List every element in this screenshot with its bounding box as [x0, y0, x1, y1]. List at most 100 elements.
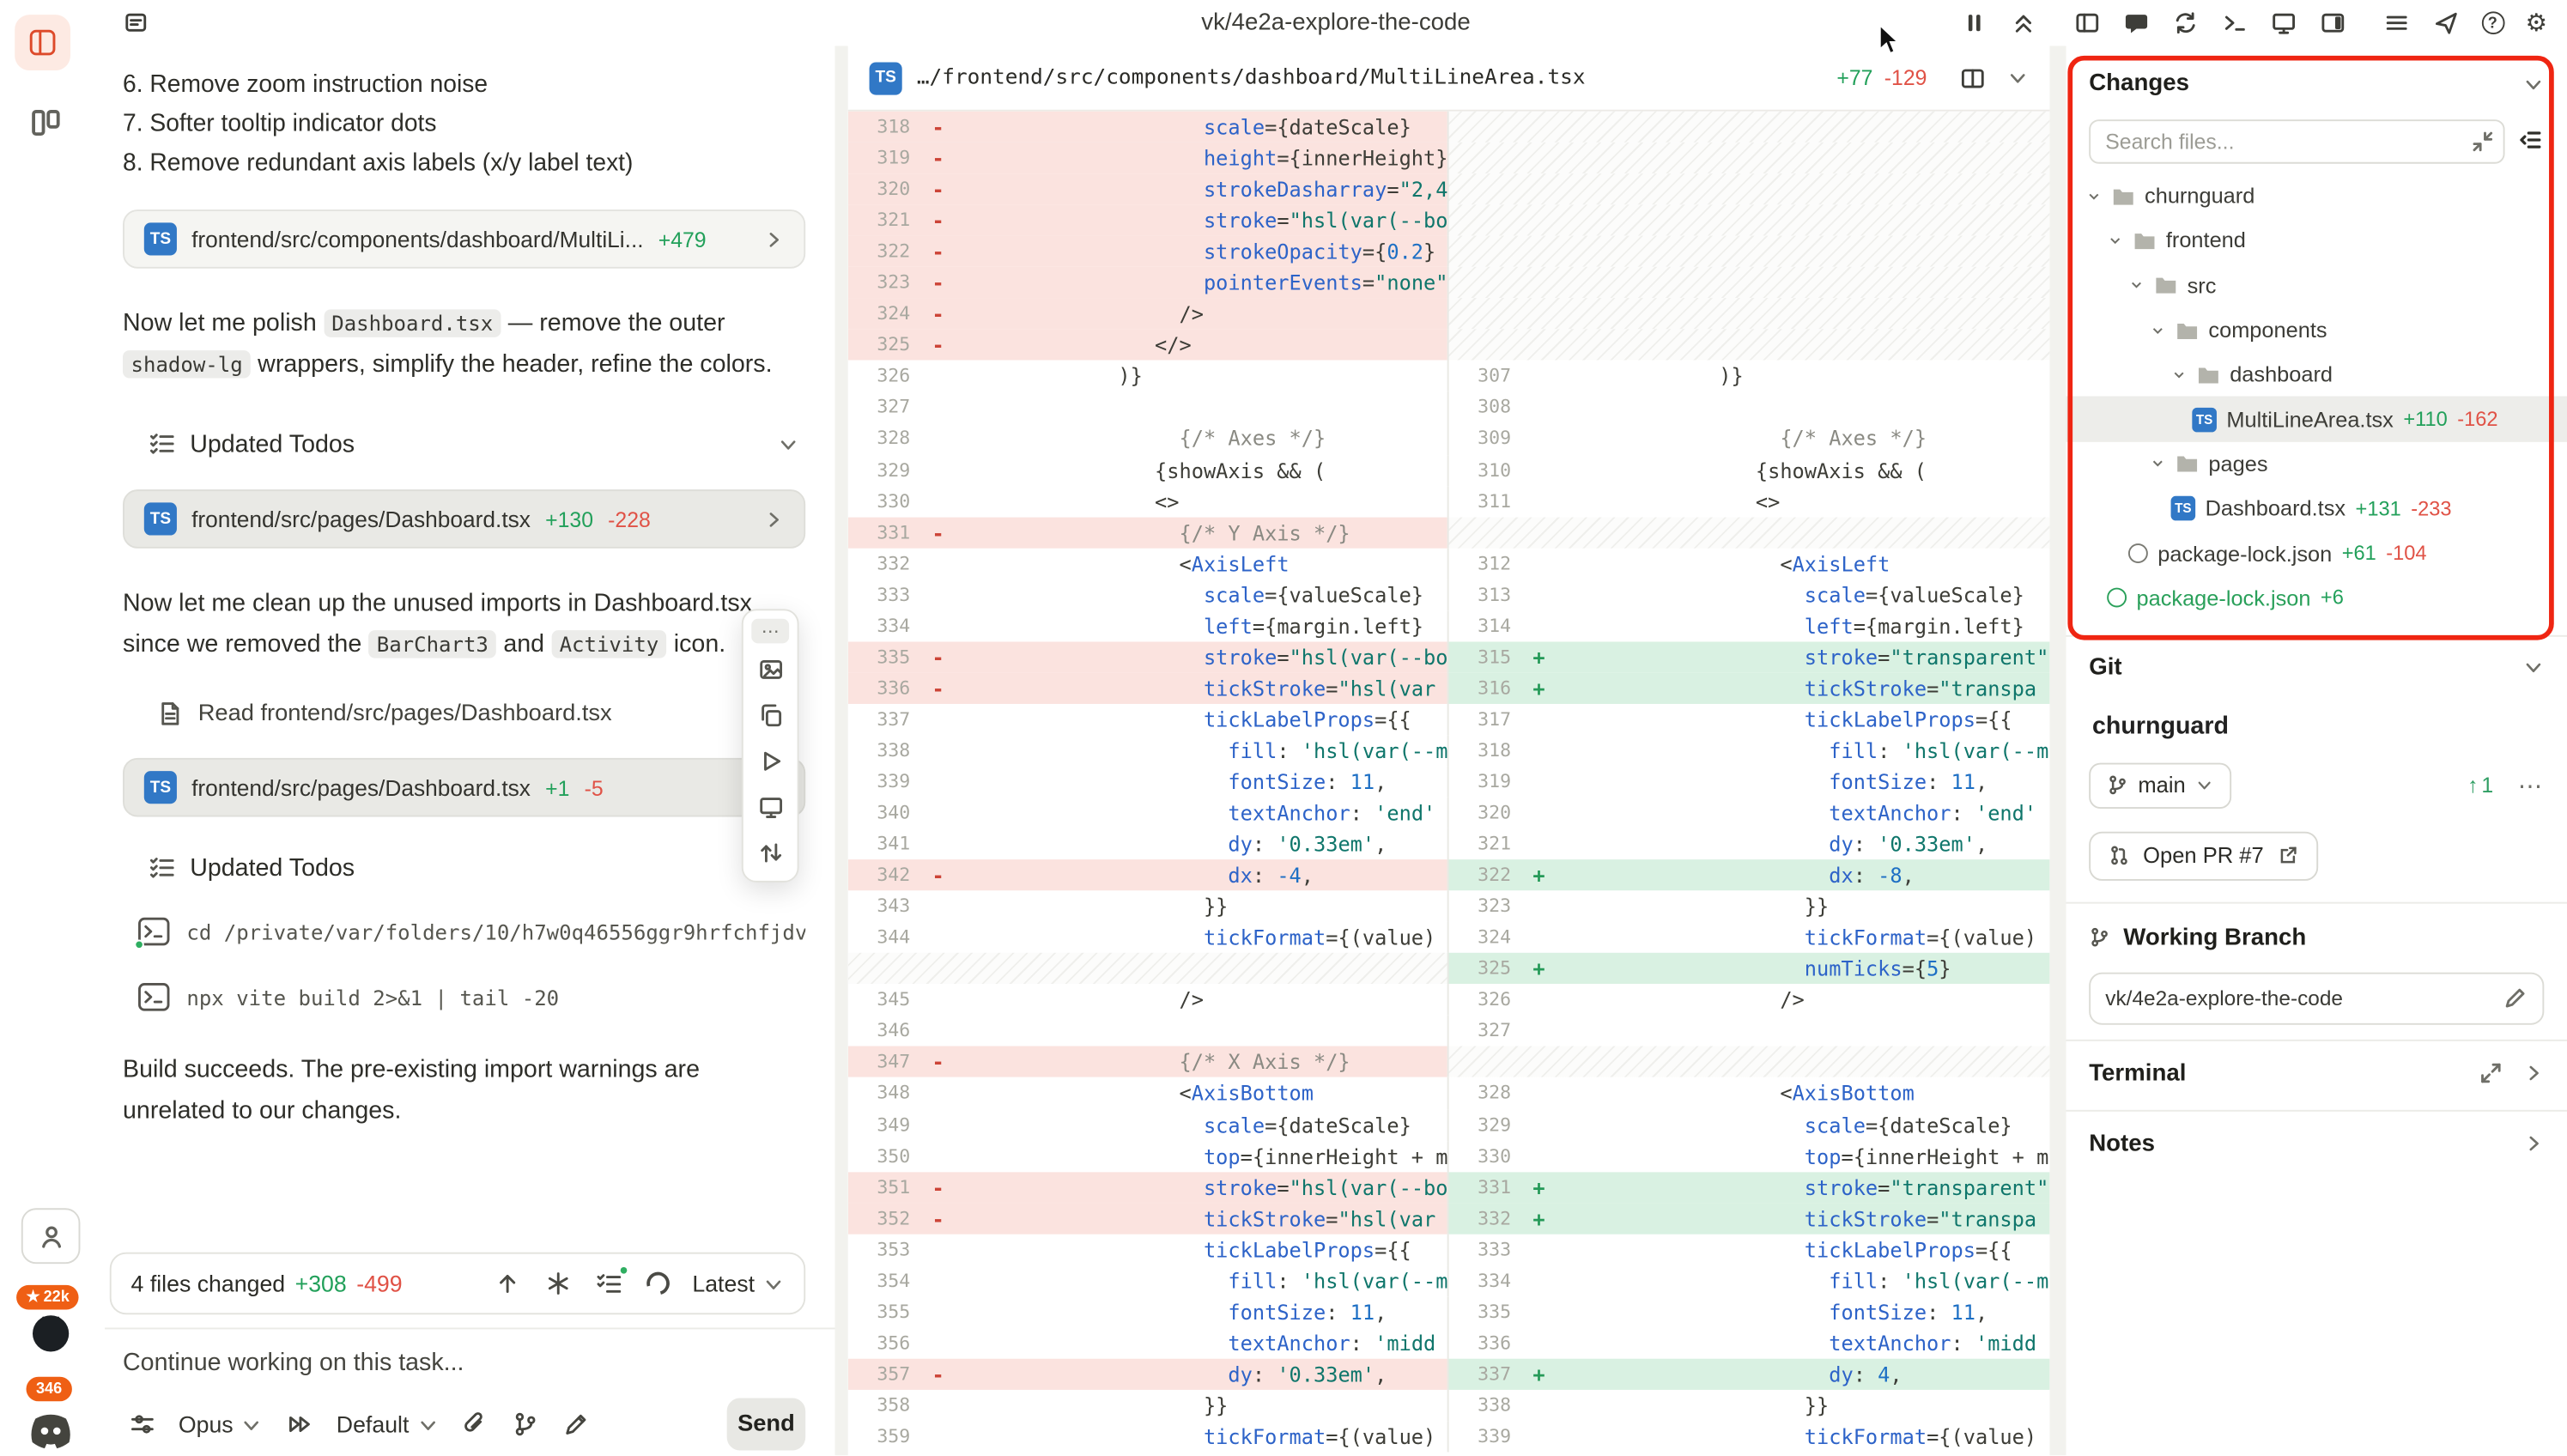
help-icon[interactable]: ?: [2481, 11, 2504, 34]
chevron-down-icon: [2128, 277, 2145, 294]
files-changed-bar[interactable]: 4 files changed +308 -499: [110, 1253, 805, 1314]
file-tree-item[interactable]: package-lock.json+6: [2066, 576, 2567, 621]
up-arrow-icon[interactable]: [495, 1270, 522, 1297]
discord-icon[interactable]: [23, 1406, 79, 1452]
file-tree-item[interactable]: pages: [2066, 441, 2567, 486]
version-select[interactable]: Latest: [692, 1271, 784, 1297]
panel-left-icon[interactable]: [2073, 9, 2101, 36]
todo-status-icon[interactable]: [596, 1270, 623, 1297]
working-branch-input[interactable]: [2105, 986, 2493, 1011]
file-tree-item[interactable]: frontend: [2066, 218, 2567, 263]
fast-forward-icon[interactable]: [286, 1410, 313, 1438]
send-button[interactable]: Send: [727, 1398, 806, 1450]
assistant-message: Build succeeds. The pre-existing import …: [123, 1049, 805, 1131]
task-input[interactable]: [105, 1329, 834, 1394]
collapse-all-icon[interactable]: [2010, 9, 2037, 36]
expand-icon[interactable]: [2479, 1062, 2503, 1087]
terminal-section-header[interactable]: Terminal: [2066, 1053, 2567, 1095]
monitor-icon[interactable]: [750, 787, 790, 827]
updated-todos-row[interactable]: Updated Todos: [123, 424, 805, 464]
collapse-tree-icon[interactable]: [2518, 127, 2547, 156]
code-text: />: [959, 985, 1447, 1016]
branch-icon[interactable]: [513, 1410, 540, 1438]
copy-icon[interactable]: [750, 695, 790, 735]
board-icon[interactable]: [25, 101, 68, 144]
menu-icon[interactable]: [2383, 9, 2411, 36]
diff-line-new: 331+ stroke="transparent": [1447, 1172, 2050, 1203]
line-number: 328: [848, 428, 917, 450]
account-icon[interactable]: [21, 1208, 81, 1264]
file-tree-item[interactable]: dashboard: [2066, 352, 2567, 397]
more-icon[interactable]: ⋯: [2518, 771, 2545, 800]
sliders-icon[interactable]: [128, 1410, 155, 1438]
line-number: 342: [848, 864, 917, 886]
code-text: scale={valueScale}: [959, 579, 1447, 610]
chevron-right-icon[interactable]: [2523, 1063, 2545, 1084]
diff-row: 354 fill: 'hsl(var(--m334 fill: 'hsl(var…: [848, 1265, 2050, 1296]
search-files-input[interactable]: [2091, 130, 2503, 155]
diff-line-old: 320- strokeDasharray="2,4: [848, 173, 1447, 204]
code-text: scale={dateScale}: [959, 1109, 1447, 1140]
chat-bubble-icon[interactable]: [2122, 9, 2150, 36]
screenshot-icon[interactable]: [750, 650, 790, 689]
updated-todos-row[interactable]: Updated Todos: [123, 848, 805, 888]
diff-line-old: 352- tickStroke="hsl(var: [848, 1203, 1447, 1234]
github-icon[interactable]: [27, 1308, 76, 1357]
diff-line-old: 341 dy: '0.33em',: [848, 828, 1447, 859]
more-icon[interactable]: ⋯: [751, 619, 789, 644]
panel-resize-handle[interactable]: [835, 46, 848, 1455]
file-tree-item[interactable]: components: [2066, 307, 2567, 352]
file-tree-item[interactable]: churnguard: [2066, 173, 2567, 218]
terminal-icon[interactable]: [2221, 9, 2248, 36]
file-tree-item[interactable]: src: [2066, 263, 2567, 307]
file-tree-item[interactable]: TSMultiLineArea.tsx+110-162: [2066, 397, 2567, 441]
file-change-card-dashboard[interactable]: TS frontend/src/pages/Dashboard.tsx +130…: [123, 489, 805, 549]
terminal-command-row[interactable]: cd /private/var/folders/10/h7w0q46556ggr…: [123, 913, 805, 949]
changes-section-header[interactable]: Changes: [2066, 62, 2567, 105]
diff-line-new: 316+ tickStroke="transpa: [1447, 672, 2050, 703]
open-pr-button[interactable]: Open PR #7: [2089, 832, 2317, 881]
collapse-diagonal-icon[interactable]: [2471, 130, 2496, 155]
chevron-right-icon[interactable]: [2523, 1133, 2545, 1155]
branch-select[interactable]: main: [2089, 763, 2231, 809]
folder-icon: [2112, 186, 2135, 206]
pause-icon[interactable]: [1961, 9, 1988, 36]
mode-select[interactable]: Default: [337, 1411, 439, 1438]
chat-transcript[interactable]: 6. Remove zoom instruction noise7. Softe…: [105, 46, 834, 1252]
line-number: 336: [1449, 1332, 1518, 1354]
code-text: {/* Axes */}: [959, 423, 1447, 454]
pen-icon[interactable]: [563, 1410, 591, 1438]
sparkle-icon[interactable]: [545, 1270, 573, 1297]
workspace-icon[interactable]: [15, 15, 70, 70]
threads-icon[interactable]: [121, 9, 149, 36]
share-pointer-icon[interactable]: [2432, 9, 2460, 36]
panel-resize-handle[interactable]: [2049, 46, 2066, 1455]
diff-body[interactable]: 318- scale={dateScale}319- height={inner…: [848, 112, 2050, 1456]
lines-added: +479: [658, 227, 707, 252]
panel-right-icon[interactable]: [2319, 9, 2346, 36]
monitor-icon[interactable]: [2270, 9, 2297, 36]
code-text: stroke="hsl(var(--bo: [959, 205, 1447, 236]
file-change-card-multilinearea[interactable]: TS frontend/src/components/dashboard/Mul…: [123, 209, 805, 269]
paperclip-icon[interactable]: [461, 1410, 489, 1438]
file-change-card-dashboard-2[interactable]: TS frontend/src/pages/Dashboard.tsx +1 -…: [123, 758, 805, 817]
settings-gear-icon[interactable]: ⚙: [2525, 10, 2547, 35]
line-number: 325: [848, 335, 917, 356]
terminal-command-row[interactable]: npx vite build 2>&1 | tail -20: [123, 979, 805, 1015]
play-icon[interactable]: [750, 742, 790, 781]
diff-row: 327308: [848, 392, 2050, 423]
edit-pencil-icon[interactable]: [2503, 986, 2528, 1011]
line-number: 314: [1449, 616, 1518, 637]
git-section-header[interactable]: Git: [2066, 646, 2567, 689]
chevron-down-icon[interactable]: [2007, 67, 2029, 88]
diff-line-old: 322- strokeOpacity={0.2}: [848, 236, 1447, 267]
notes-section-header[interactable]: Notes: [2066, 1123, 2567, 1166]
code-text: left={margin.left}: [959, 610, 1447, 641]
file-tree-item[interactable]: package-lock.json+61-104: [2066, 531, 2567, 576]
split-view-icon[interactable]: [1958, 64, 1986, 91]
compare-icon[interactable]: [750, 834, 790, 873]
sync-icon[interactable]: [2172, 9, 2200, 36]
model-select[interactable]: Opus: [179, 1411, 263, 1438]
file-tree-item[interactable]: TSDashboard.tsx+131-233: [2066, 486, 2567, 531]
read-file-row[interactable]: Read frontend/src/pages/Dashboard.tsx: [123, 695, 805, 731]
